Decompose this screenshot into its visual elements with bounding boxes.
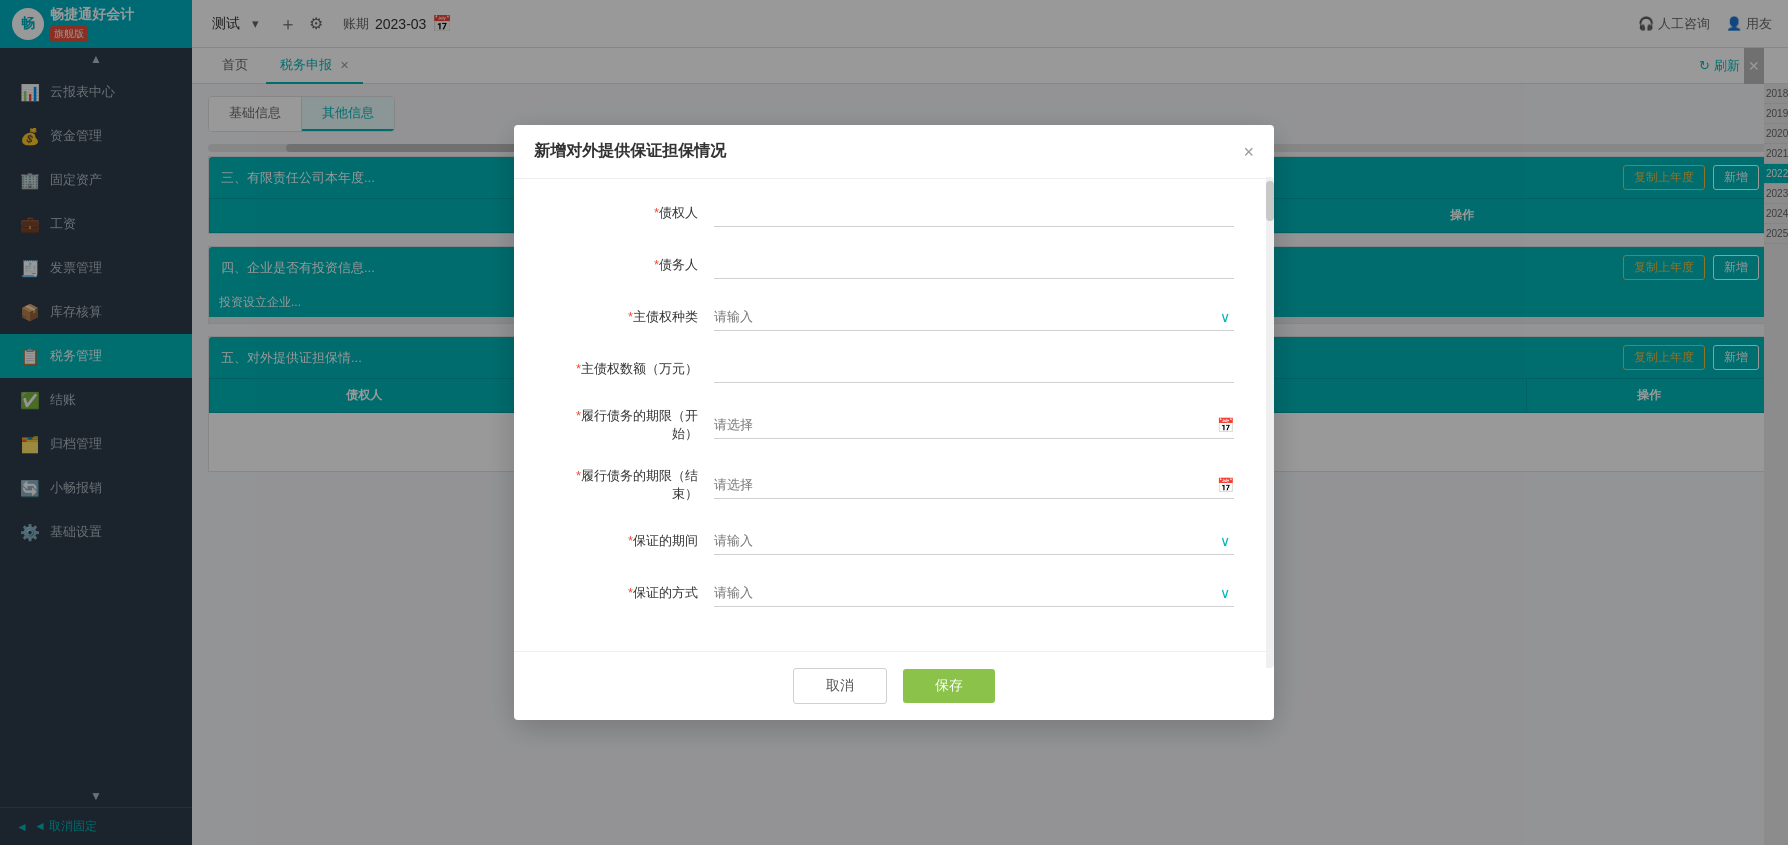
select-claim-type-wrapper: ∨ <box>714 303 1234 331</box>
label-guarantee-period: *保证的期间 <box>554 532 714 550</box>
input-claim-amount[interactable] <box>714 355 1234 383</box>
save-button[interactable]: 保存 <box>903 669 995 703</box>
field-debtor: *债务人 <box>554 251 1234 279</box>
date-end-wrapper: 📅 <box>714 471 1234 499</box>
field-period-start: *履行债务的期限（开始） 📅 <box>554 407 1234 443</box>
modal-footer: 取消 保存 <box>514 651 1274 720</box>
input-debtor[interactable] <box>714 251 1234 279</box>
select-guarantee-method-wrapper: ∨ <box>714 579 1234 607</box>
modal-overlay[interactable]: 新增对外提供保证担保情况 × *债权人 *债务人 <box>0 0 1788 845</box>
cancel-button[interactable]: 取消 <box>793 668 887 704</box>
label-claim-amount: *主债权数额（万元） <box>554 360 714 378</box>
calendar-end-icon[interactable]: 📅 <box>1217 477 1234 493</box>
modal-title: 新增对外提供保证担保情况 <box>534 141 726 162</box>
claim-type-dropdown-icon[interactable]: ∨ <box>1216 309 1234 325</box>
date-start-input[interactable] <box>714 411 1217 438</box>
field-creditor: *债权人 <box>554 199 1234 227</box>
modal-close-button[interactable]: × <box>1243 143 1254 161</box>
select-guarantee-period[interactable] <box>714 527 1216 554</box>
input-creditor[interactable] <box>714 199 1234 227</box>
field-guarantee-method: *保证的方式 ∨ <box>554 579 1234 607</box>
label-guarantee-method: *保证的方式 <box>554 584 714 602</box>
select-guarantee-method[interactable] <box>714 579 1216 606</box>
label-creditor: *债权人 <box>554 204 714 222</box>
field-claim-amount: *主债权数额（万元） <box>554 355 1234 383</box>
guarantee-period-dropdown-icon[interactable]: ∨ <box>1216 533 1234 549</box>
select-claim-type[interactable] <box>714 303 1216 330</box>
date-end-input[interactable] <box>714 471 1217 498</box>
field-period-end: *履行债务的期限（结束） 📅 <box>554 467 1234 503</box>
label-period-end: *履行债务的期限（结束） <box>554 467 714 503</box>
label-claim-type: *主债权种类 <box>554 308 714 326</box>
field-guarantee-period: *保证的期间 ∨ <box>554 527 1234 555</box>
date-start-wrapper: 📅 <box>714 411 1234 439</box>
modal-body: *债权人 *债务人 *主债权种类 ∨ <box>514 179 1274 651</box>
label-debtor: *债务人 <box>554 256 714 274</box>
modal-dialog: 新增对外提供保证担保情况 × *债权人 *债务人 <box>514 125 1274 720</box>
select-guarantee-period-wrapper: ∨ <box>714 527 1234 555</box>
field-claim-type: *主债权种类 ∨ <box>554 303 1234 331</box>
modal-scrollbar-track <box>1266 177 1274 668</box>
modal-header: 新增对外提供保证担保情况 × <box>514 125 1274 179</box>
label-period-start: *履行债务的期限（开始） <box>554 407 714 443</box>
modal-scrollbar-thumb <box>1266 181 1274 221</box>
guarantee-method-dropdown-icon[interactable]: ∨ <box>1216 585 1234 601</box>
calendar-start-icon[interactable]: 📅 <box>1217 417 1234 433</box>
